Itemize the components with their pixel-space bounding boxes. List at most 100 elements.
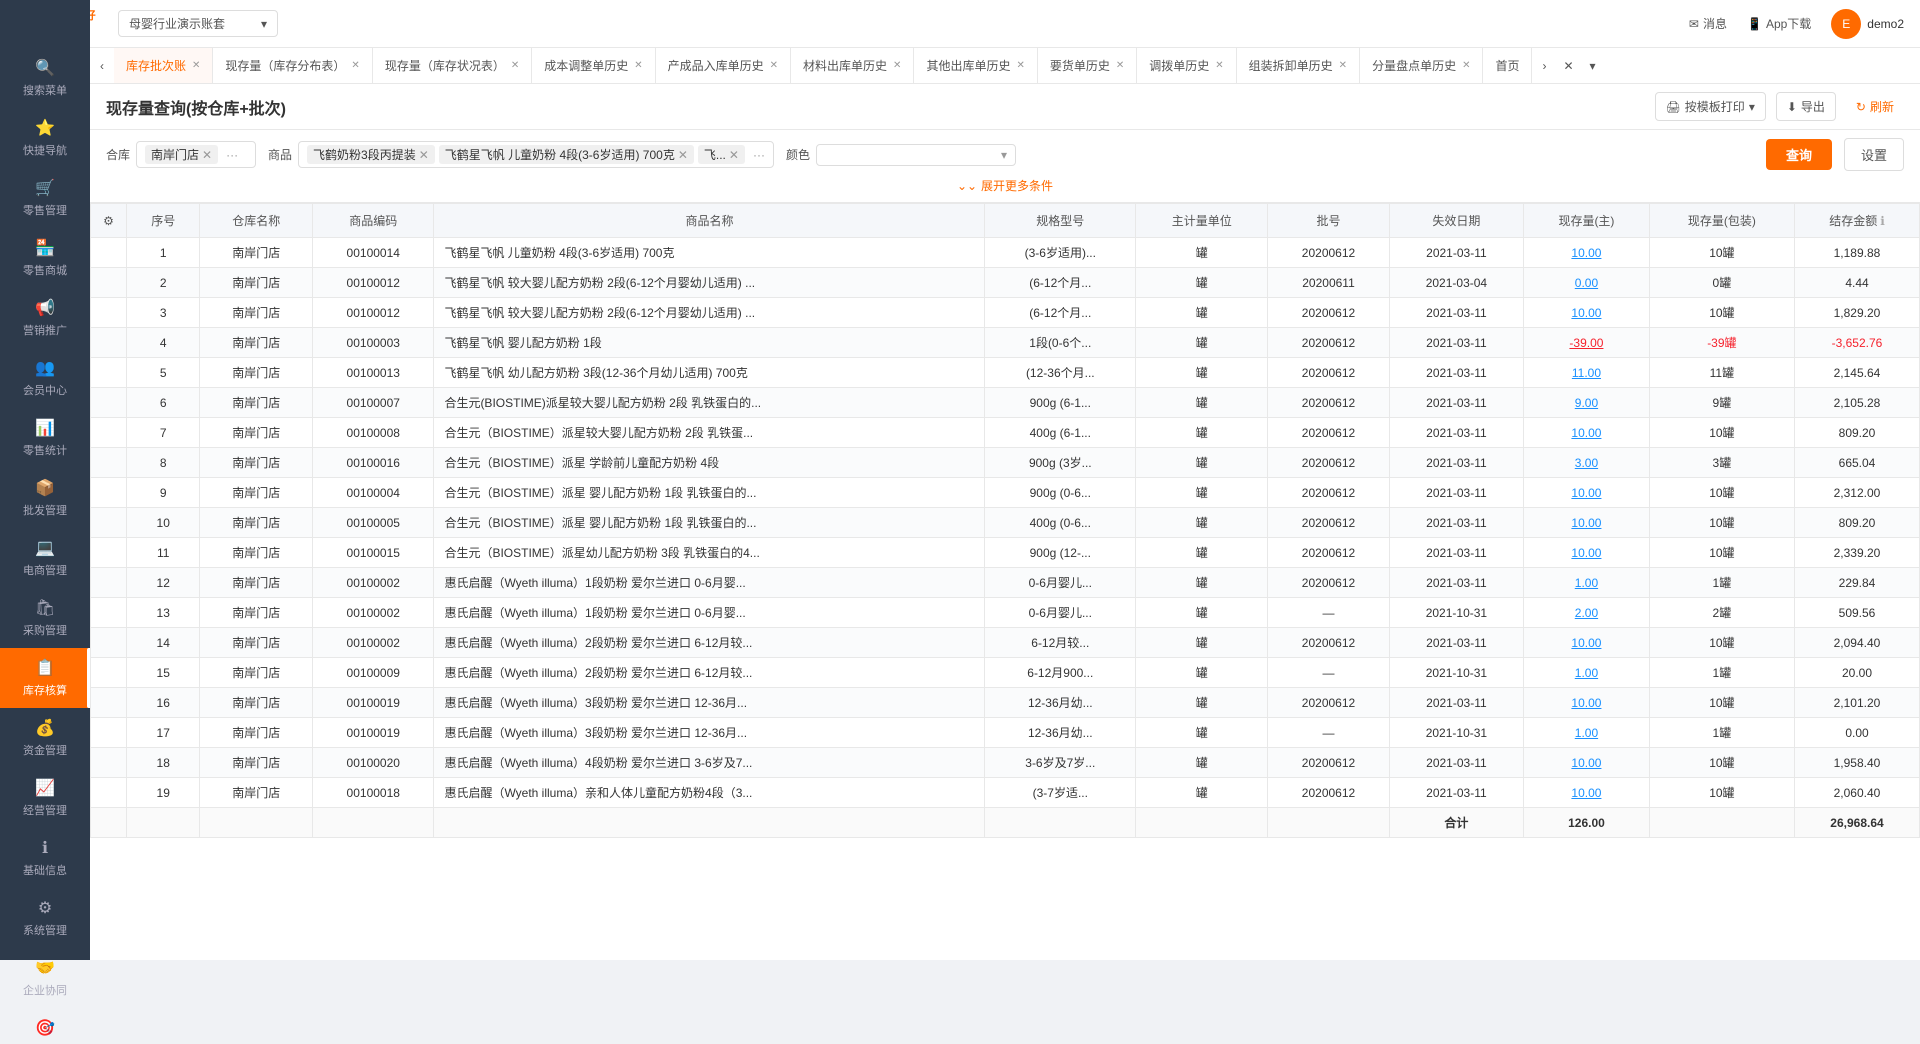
- tab-close-8[interactable]: ✕: [634, 60, 642, 71]
- td-settings[interactable]: [91, 628, 127, 658]
- sidebar-item-电商管理[interactable]: 💻电商管理: [0, 528, 90, 588]
- td-settings[interactable]: [91, 238, 127, 268]
- tab-close-6[interactable]: ✕: [893, 60, 901, 71]
- tab-item-7[interactable]: 产成品入库单历史✕: [656, 48, 791, 84]
- td-cell-9[interactable]: 1.00: [1524, 568, 1650, 598]
- td-cell-9[interactable]: 10.00: [1524, 778, 1650, 808]
- tab-close-10[interactable]: ✕: [351, 60, 359, 71]
- td-settings[interactable]: [91, 478, 127, 508]
- td-settings[interactable]: [91, 658, 127, 688]
- tab-close-7[interactable]: ✕: [770, 60, 778, 71]
- tab-item-11[interactable]: 库存批次账✕: [114, 48, 213, 84]
- sidebar-item-营销推广[interactable]: 📢营销推广: [0, 288, 90, 348]
- tab-menu-btn[interactable]: ▾: [1580, 48, 1604, 84]
- td-settings[interactable]: [91, 358, 127, 388]
- tab-close-5[interactable]: ✕: [1016, 60, 1024, 71]
- td-cell-9[interactable]: 10.00: [1524, 478, 1650, 508]
- sidebar-item-会员中心[interactable]: 👥会员中心: [0, 348, 90, 408]
- td-cell-9[interactable]: 10.00: [1524, 688, 1650, 718]
- warehouse-filter-input[interactable]: 南岸门店 ✕ ···: [136, 141, 256, 168]
- td-settings[interactable]: [91, 598, 127, 628]
- expand-conditions-btn[interactable]: ⌄⌄ 展开更多条件: [957, 177, 1053, 194]
- td-settings[interactable]: [91, 448, 127, 478]
- product-tag-3-close[interactable]: ✕: [729, 148, 739, 162]
- td-cell-9[interactable]: 2.00: [1524, 598, 1650, 628]
- tab-next-btn[interactable]: ›: [1532, 48, 1556, 84]
- tab-close-4[interactable]: ✕: [1116, 60, 1124, 71]
- td-settings[interactable]: [91, 538, 127, 568]
- td-cell-9[interactable]: 9.00: [1524, 388, 1650, 418]
- td-cell-9[interactable]: 10.00: [1524, 628, 1650, 658]
- sidebar-item-资金管理[interactable]: 💰资金管理: [0, 708, 90, 768]
- settings-btn[interactable]: 设置: [1844, 138, 1904, 171]
- warehouse-tag-close[interactable]: ✕: [202, 148, 212, 162]
- product-filter-input[interactable]: 飞鹤奶粉3段丙提装 ✕ 飞鹤星飞帆 儿童奶粉 4段(3-6岁适用) 700克 ✕…: [298, 141, 774, 168]
- query-btn[interactable]: 查询: [1766, 139, 1832, 170]
- td-cell-9[interactable]: 3.00: [1524, 448, 1650, 478]
- tab-item-4[interactable]: 要货单历史✕: [1038, 48, 1137, 84]
- td-settings[interactable]: [91, 508, 127, 538]
- th-settings[interactable]: ⚙: [91, 204, 127, 238]
- tab-item-0[interactable]: 首页: [1483, 48, 1532, 84]
- tab-close-9[interactable]: ✕: [511, 60, 519, 71]
- td-cell-9[interactable]: 10.00: [1524, 238, 1650, 268]
- tab-prev-btn[interactable]: ‹: [90, 48, 114, 84]
- th-batch: 批号: [1268, 204, 1389, 238]
- workspace-selector[interactable]: 母婴行业演示账套 ▾: [118, 10, 278, 37]
- td-cell-9[interactable]: -39.00: [1524, 328, 1650, 358]
- refresh-btn[interactable]: ↻ 刷新: [1846, 93, 1904, 120]
- sidebar-item-基础信息[interactable]: ℹ基础信息: [0, 828, 90, 888]
- td-cell-9[interactable]: 10.00: [1524, 748, 1650, 778]
- tab-item-6[interactable]: 材料出库单历史✕: [791, 48, 914, 84]
- td-cell-9[interactable]: 1.00: [1524, 718, 1650, 748]
- sidebar-item-采购管理[interactable]: 🛍采购管理: [0, 588, 90, 648]
- tab-close-3[interactable]: ✕: [1215, 60, 1223, 71]
- td-settings[interactable]: [91, 388, 127, 418]
- sidebar-item-库存核算[interactable]: 📋库存核算: [0, 648, 90, 708]
- product-tag-1-close[interactable]: ✕: [419, 148, 429, 162]
- td-cell-9[interactable]: 11.00: [1524, 358, 1650, 388]
- td-cell-4: 合生元（BIOSTIME）派星 学龄前儿童配方奶粉 4段: [434, 448, 985, 478]
- td-settings[interactable]: [91, 568, 127, 598]
- tab-item-1[interactable]: 分量盘点单历史✕: [1360, 48, 1483, 84]
- export-btn[interactable]: ⬇ 导出: [1776, 92, 1836, 121]
- sidebar-item-零售统计[interactable]: 📊零售统计: [0, 408, 90, 468]
- tab-item-5[interactable]: 其他出库单历史✕: [914, 48, 1037, 84]
- sidebar-item-系统管理[interactable]: ⚙系统管理: [0, 888, 90, 948]
- td-cell-9[interactable]: 0.00: [1524, 268, 1650, 298]
- tab-close-1[interactable]: ✕: [1462, 60, 1470, 71]
- sidebar-item-零售商城[interactable]: 🏪零售商城: [0, 228, 90, 288]
- td-settings[interactable]: [91, 418, 127, 448]
- tab-item-9[interactable]: 现存量（库存状况表）✕: [373, 48, 532, 84]
- user-profile[interactable]: E demo2: [1831, 9, 1904, 39]
- sidebar-item-搜索菜单[interactable]: 🔍搜索菜单: [0, 48, 90, 108]
- td-settings[interactable]: [91, 688, 127, 718]
- sidebar-item-零售管理[interactable]: 🛒零售管理: [0, 168, 90, 228]
- td-settings[interactable]: [91, 778, 127, 808]
- td-cell-9[interactable]: 10.00: [1524, 508, 1650, 538]
- tab-item-8[interactable]: 成本调整单历史✕: [532, 48, 655, 84]
- print-btn[interactable]: 🖨 按模板打印 ▾: [1655, 92, 1766, 121]
- sidebar-item-经营管理[interactable]: 📈经营管理: [0, 768, 90, 828]
- tab-close-all-btn[interactable]: ✕: [1556, 48, 1580, 84]
- tab-item-10[interactable]: 现存量（库存分布表）✕: [213, 48, 372, 84]
- td-settings[interactable]: [91, 298, 127, 328]
- tab-close-11[interactable]: ✕: [192, 60, 200, 71]
- product-tag-2-close[interactable]: ✕: [678, 148, 688, 162]
- td-cell-9[interactable]: 10.00: [1524, 538, 1650, 568]
- tab-close-2[interactable]: ✕: [1339, 60, 1347, 71]
- message-btn[interactable]: ✉ 消息: [1689, 15, 1727, 32]
- sidebar-item-批发管理[interactable]: 📦批发管理: [0, 468, 90, 528]
- td-cell-9[interactable]: 1.00: [1524, 658, 1650, 688]
- tab-item-3[interactable]: 调拨单历史✕: [1137, 48, 1236, 84]
- app-download-btn[interactable]: 📱 App下载: [1747, 15, 1811, 32]
- td-settings[interactable]: [91, 718, 127, 748]
- td-settings[interactable]: [91, 748, 127, 778]
- tab-item-2[interactable]: 组装拆卸单历史✕: [1237, 48, 1360, 84]
- sidebar-item-快捷导航[interactable]: ⭐快捷导航: [0, 108, 90, 168]
- td-settings[interactable]: [91, 268, 127, 298]
- td-cell-9[interactable]: 10.00: [1524, 298, 1650, 328]
- td-settings[interactable]: [91, 328, 127, 358]
- td-cell-9[interactable]: 10.00: [1524, 418, 1650, 448]
- color-filter-input[interactable]: ▾: [816, 144, 1016, 166]
